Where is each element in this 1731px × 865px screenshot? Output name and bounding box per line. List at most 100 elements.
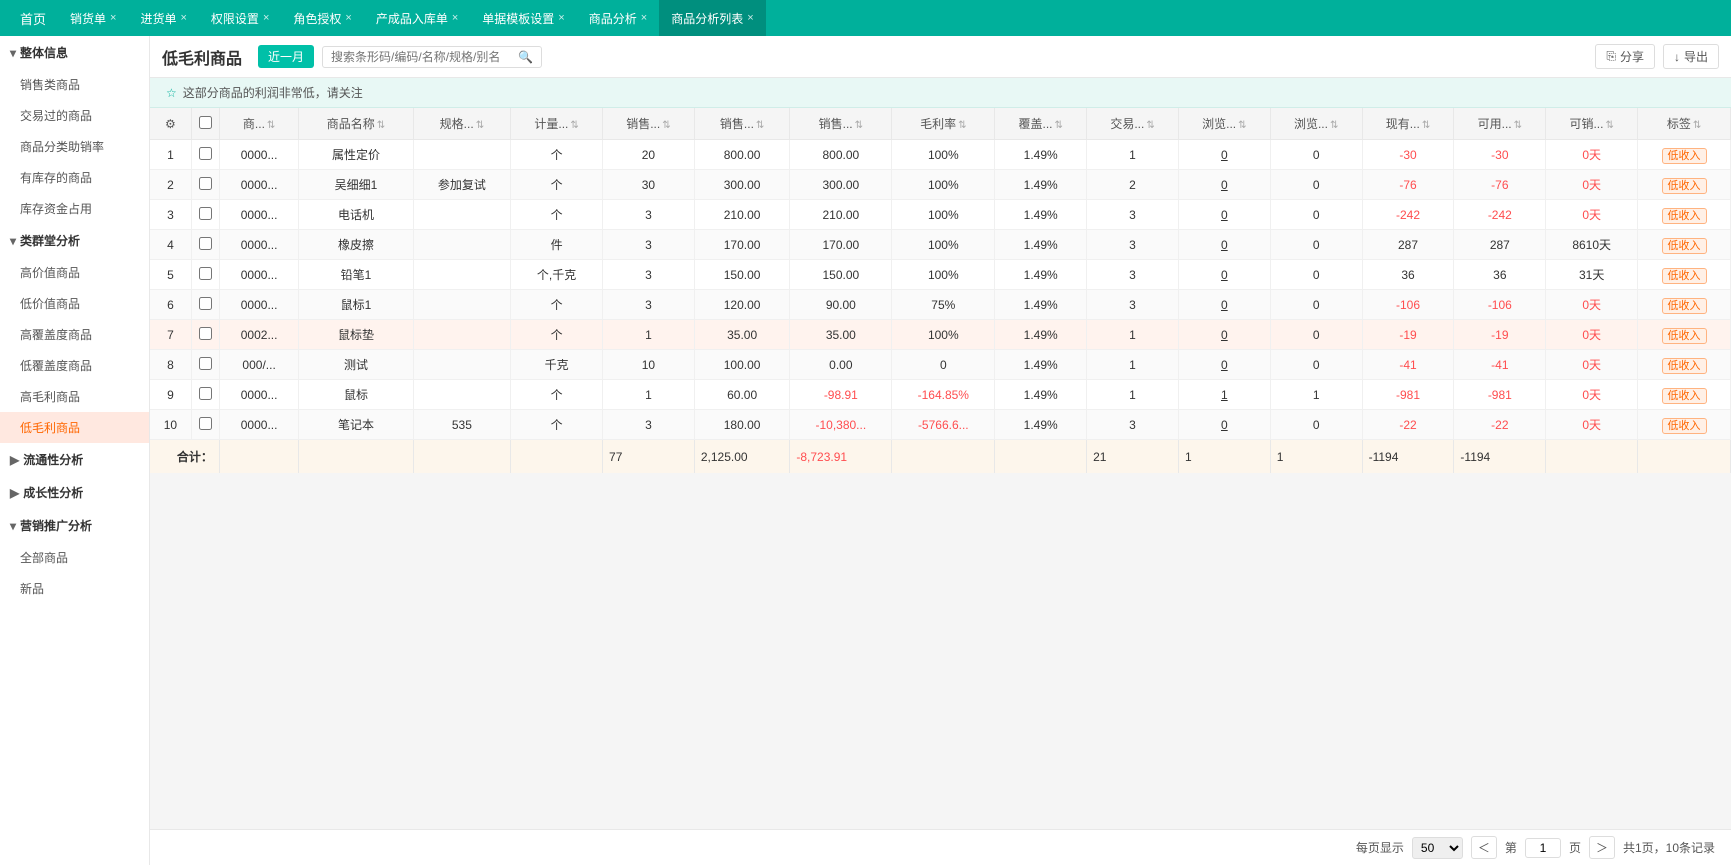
page-number-input[interactable] [1525,838,1561,858]
cell-checkbox[interactable] [191,290,219,320]
nav-item-template[interactable]: 单据模板设置 × [470,0,576,36]
sidebar-item-new-goods[interactable]: 新品 [0,573,149,604]
cell-view1[interactable]: 0 [1178,140,1270,170]
page-size-select[interactable]: 50 20 100 [1412,837,1463,859]
th-settings[interactable]: ⚙ [150,108,191,140]
cell-view1[interactable]: 0 [1178,230,1270,260]
sidebar-item-all-goods[interactable]: 全部商品 [0,542,149,573]
row-checkbox[interactable] [199,237,212,250]
th-sales-qty[interactable]: 销售...⇅ [603,108,695,140]
th-spec[interactable]: 规格...⇅ [413,108,511,140]
cell-checkbox[interactable] [191,350,219,380]
cell-view1[interactable]: 0 [1178,320,1270,350]
search-icon[interactable]: 🔍 [518,50,533,64]
close-analysis-icon[interactable]: × [641,12,647,24]
row-checkbox[interactable] [199,327,212,340]
cell-checkbox[interactable] [191,230,219,260]
sidebar-item-sales-goods[interactable]: 销售类商品 [0,69,149,100]
sidebar-group-overall[interactable]: ▾ 整体信息 [0,36,149,69]
sidebar-item-low-coverage[interactable]: 低覆盖度商品 [0,350,149,381]
th-saleable[interactable]: 可销...⇅ [1546,108,1638,140]
nav-item-analysis-list[interactable]: 商品分析列表 × [659,0,765,36]
row-checkbox[interactable] [199,147,212,160]
row-checkbox[interactable] [199,417,212,430]
close-product-entry-icon[interactable]: × [452,12,458,24]
close-sales-icon[interactable]: × [110,12,116,24]
row-checkbox[interactable] [199,387,212,400]
th-unit[interactable]: 计量...⇅ [511,108,603,140]
cell-view1[interactable]: 0 [1178,290,1270,320]
cell-view1[interactable]: 0 [1178,350,1270,380]
cell-checkbox[interactable] [191,260,219,290]
close-template-icon[interactable]: × [558,12,564,24]
nav-item-product-entry[interactable]: 产成品入库单 × [364,0,470,36]
select-all-checkbox[interactable] [199,116,212,129]
cell-view1[interactable]: 0 [1178,410,1270,440]
close-analysis-list-icon[interactable]: × [747,12,753,24]
sidebar-group-growth[interactable]: ▶ 成长性分析 [0,476,149,509]
row-checkbox[interactable] [199,207,212,220]
cell-checkbox[interactable] [191,320,219,350]
th-sales-price[interactable]: 销售...⇅ [694,108,790,140]
close-role-icon[interactable]: × [345,12,351,24]
row-checkbox[interactable] [199,297,212,310]
sidebar-item-stock-funds[interactable]: 库存资金占用 [0,193,149,224]
search-input[interactable] [331,50,514,64]
th-sales-profit[interactable]: 销售...⇅ [790,108,892,140]
sidebar-group-marketing[interactable]: ▾ 营销推广分析 [0,509,149,542]
th-name[interactable]: 商品名称⇅ [299,108,413,140]
nav-item-purchase[interactable]: 进货单 × [128,0,198,36]
th-available[interactable]: 可用...⇅ [1454,108,1546,140]
search-box: 🔍 [322,46,542,68]
top-nav: 首页 销货单 × 进货单 × 权限设置 × 角色授权 × 产成品入库单 × 单据… [0,0,1731,36]
nav-item-role[interactable]: 角色授权 × [281,0,363,36]
nav-item-sales[interactable]: 销货单 × [58,0,128,36]
sidebar-item-low-value[interactable]: 低价值商品 [0,288,149,319]
th-code[interactable]: 商...⇅ [219,108,299,140]
sidebar-item-low-margin[interactable]: 低毛利商品 [0,412,149,443]
cell-checkbox[interactable] [191,170,219,200]
nav-item-analysis[interactable]: 商品分析 × [577,0,659,36]
cell-current-stock: -981 [1362,380,1454,410]
th-trade[interactable]: 交易...⇅ [1087,108,1179,140]
cell-checkbox[interactable] [191,410,219,440]
th-view1[interactable]: 浏览...⇅ [1178,108,1270,140]
cell-view1[interactable]: 1 [1178,380,1270,410]
th-gross-rate[interactable]: 毛利率⇅ [892,108,995,140]
sidebar-group-flow[interactable]: ▶ 流通性分析 [0,443,149,476]
close-purchase-icon[interactable]: × [180,12,186,24]
sidebar-item-high-margin[interactable]: 高毛利商品 [0,381,149,412]
sidebar-item-category-rate[interactable]: 商品分类助销率 [0,131,149,162]
cell-checkbox[interactable] [191,200,219,230]
sidebar-item-high-value[interactable]: 高价值商品 [0,257,149,288]
cell-checkbox[interactable] [191,140,219,170]
sidebar-group-cluster[interactable]: ▾ 类群堂分析 [0,224,149,257]
sidebar-item-in-stock[interactable]: 有库存的商品 [0,162,149,193]
row-checkbox[interactable] [199,177,212,190]
total-sales-qty: 77 [603,440,695,474]
cell-gross-rate: 100% [892,260,995,290]
cell-view1[interactable]: 0 [1178,170,1270,200]
sidebar-group-cluster-label: 类群堂分析 [20,232,80,249]
sidebar-item-high-coverage[interactable]: 高覆盖度商品 [0,319,149,350]
th-current-stock[interactable]: 现有...⇅ [1362,108,1454,140]
next-page-button[interactable]: ＞ [1589,836,1615,859]
th-tag[interactable]: 标签⇅ [1638,108,1731,140]
close-permission-icon[interactable]: × [263,12,269,24]
cell-view1[interactable]: 0 [1178,260,1270,290]
row-checkbox[interactable] [199,357,212,370]
export-button[interactable]: ↓ 导出 [1663,44,1719,69]
filter-button[interactable]: 近一月 [258,45,314,68]
nav-item-home[interactable]: 首页 [8,0,58,36]
prev-page-button[interactable]: ＜ [1471,836,1497,859]
cell-unit: 个 [511,200,603,230]
nav-item-permission[interactable]: 权限设置 × [199,0,281,36]
th-view2[interactable]: 浏览...⇅ [1270,108,1362,140]
cell-checkbox[interactable] [191,380,219,410]
sidebar-item-traded-goods[interactable]: 交易过的商品 [0,100,149,131]
cell-view1[interactable]: 0 [1178,200,1270,230]
share-button[interactable]: ⎘ 分享 [1595,44,1655,69]
th-checkbox[interactable] [191,108,219,140]
th-coverage[interactable]: 覆盖...⇅ [995,108,1087,140]
row-checkbox[interactable] [199,267,212,280]
